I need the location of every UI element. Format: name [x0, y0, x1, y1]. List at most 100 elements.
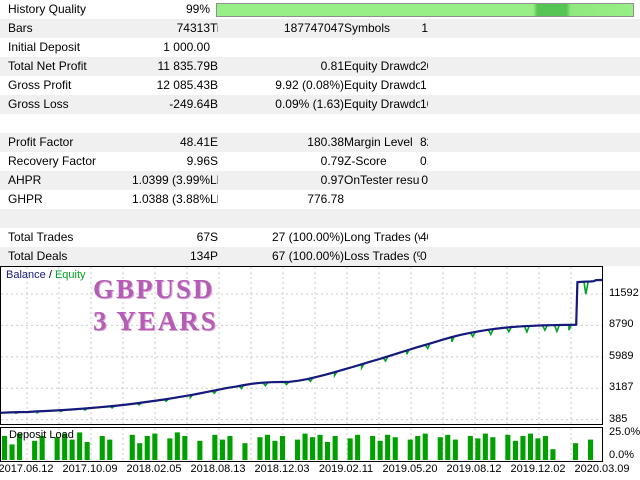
deposit-load-bar: [520, 436, 526, 460]
stat-value: [420, 190, 428, 209]
stat-value: 1 000.00: [163, 40, 210, 54]
stat-value: [420, 114, 428, 133]
deposit-load-bar: [32, 440, 38, 460]
stat-value: 0.81: [320, 59, 344, 73]
stat-value: 1.0399 (3.99%): [132, 173, 210, 187]
deposit-load-bar: [422, 433, 428, 460]
deposit-load-bar: [347, 438, 353, 460]
deposit-axis-min: 0.0%: [609, 449, 635, 461]
stat-value: 0.00 (0.00%): [420, 154, 428, 168]
stats-table: History Quality 99% Bars 74313Ticks 18774704…: [0, 0, 640, 266]
deposit-load-panel: Deposit Load: [0, 427, 603, 462]
stat-value: 0.79: [320, 154, 344, 168]
deposit-load-bar: [535, 438, 541, 460]
stat-label: [8, 209, 132, 228]
stat-value: [218, 209, 344, 228]
stat-value: 0.09% (1.63): [275, 97, 344, 111]
stat-label: Expected Payoff: [210, 135, 218, 149]
stats-row: Total Deals 134Profit Trades (% of t... 67…: [0, 247, 640, 266]
stat-label: Long Trades (won %): [344, 230, 420, 244]
stat-label: Gross Profit: [8, 78, 72, 92]
stat-label: [344, 114, 420, 133]
stat-label: Symbols: [344, 21, 391, 35]
stat-value: 1 188.64 (10....: [420, 78, 428, 92]
stats-row: [0, 114, 640, 133]
deposit-load-bar: [129, 434, 135, 460]
stat-label: Balance Drawdown ...: [210, 78, 218, 92]
stats-row: Bars 74313Ticks 187747047Symbols 1: [0, 19, 640, 38]
y-tick-label: 8790: [609, 318, 634, 331]
chart-legend: Balance / Equity: [6, 269, 86, 281]
deposit-load-bar: [392, 437, 398, 460]
stat-label: Initial Deposit: [8, 40, 81, 54]
deposit-axis-max: 25.0%: [609, 426, 640, 438]
deposit-load-bar: [69, 439, 75, 460]
stat-label: LR Correlation: [210, 173, 218, 187]
stats-row: AHPR 1.0399 (3.99%)LR Correlation 0.97OnTe…: [0, 171, 640, 190]
watermark-text: GBPUSD 3 YEARS: [93, 273, 218, 337]
deposit-load-label: Deposit Load: [9, 429, 74, 441]
stats-row: Gross Profit 12 085.43Balance Drawdown ..…: [0, 76, 640, 95]
y-tick-label: 5989: [609, 349, 634, 362]
stat-label: Short Trades (won %): [210, 230, 218, 244]
deposit-load-bar: [197, 440, 203, 460]
x-tick-label: 2019.08.12: [446, 463, 502, 475]
stat-label: Equity Drawdown R...: [344, 97, 420, 111]
deposit-load-bar: [467, 436, 473, 460]
stat-label: Balance Drawdown ...: [210, 59, 218, 73]
stats-row: [0, 209, 640, 228]
deposit-load-bar: [490, 437, 496, 460]
x-tick-label: 2018.08.13: [190, 463, 246, 475]
x-tick-label: 2017.06.12: [0, 463, 54, 475]
x-tick-label: 2018.02.05: [126, 463, 182, 475]
deposit-load-bar: [152, 433, 158, 460]
stat-value: 823.45%: [420, 135, 428, 149]
y-tick-label: 385: [609, 412, 628, 425]
deposit-load-bar: [385, 434, 391, 460]
stat-label: [210, 209, 218, 228]
stat-value: -249.64: [169, 97, 210, 111]
stat-value: 99%: [185, 2, 210, 16]
stat-label: History Quality: [8, 2, 87, 16]
deposit-load-bar: [219, 439, 225, 460]
stats-row: Total Trades 67Short Trades (won %) 27 (10…: [0, 228, 640, 247]
stat-label: [210, 114, 218, 133]
stat-label: Total Deals: [8, 249, 68, 263]
stats-row: Initial Deposit 1 000.00: [0, 38, 640, 57]
deposit-load-bar: [310, 437, 316, 460]
stat-label: LR Standard Error: [210, 192, 218, 206]
deposit-load-bar: [542, 436, 548, 460]
stat-value: 9.96: [186, 154, 210, 168]
x-tick-label: 2019.02.11: [318, 463, 374, 475]
stat-value: 67 (100.00%): [271, 249, 344, 263]
deposit-load-bar: [144, 436, 150, 460]
stat-value: 134: [189, 249, 210, 263]
deposit-load-bar: [212, 434, 218, 460]
stat-label: [210, 38, 218, 57]
deposit-load-bar: [317, 434, 323, 460]
y-tick-label: 3187: [609, 381, 634, 394]
stat-value: 12 085.43: [156, 78, 210, 92]
stat-label: Ticks: [210, 21, 218, 35]
stat-value: 74313: [176, 21, 210, 35]
deposit-load-bar: [137, 443, 143, 460]
x-axis-labels: 2017.06.12 2017.10.09 2018.02.05 2018.08.13…: [0, 463, 640, 480]
deposit-load-bar: [280, 436, 286, 460]
stat-value: 11 835.79: [157, 59, 211, 73]
deposit-load-bar: [167, 438, 173, 460]
stat-value: 27 (100.00%): [271, 230, 344, 244]
x-tick-label: 2019.05.20: [382, 463, 438, 475]
history-quality-bar: [216, 3, 634, 17]
stat-value: 67: [196, 230, 210, 244]
stat-label: Loss Trades (% of to...: [344, 249, 420, 263]
stat-value: [132, 114, 210, 133]
stat-label: [344, 209, 420, 228]
stat-value: [420, 38, 428, 57]
stat-label: Gross Loss: [8, 97, 69, 111]
deposit-load-bar: [227, 436, 233, 460]
deposit-load-bar: [2, 436, 8, 460]
chart-canvas: [1, 267, 602, 424]
deposit-load-bar: [302, 433, 308, 460]
deposit-load-bar: [9, 444, 15, 460]
deposit-load-bar: [505, 434, 511, 460]
